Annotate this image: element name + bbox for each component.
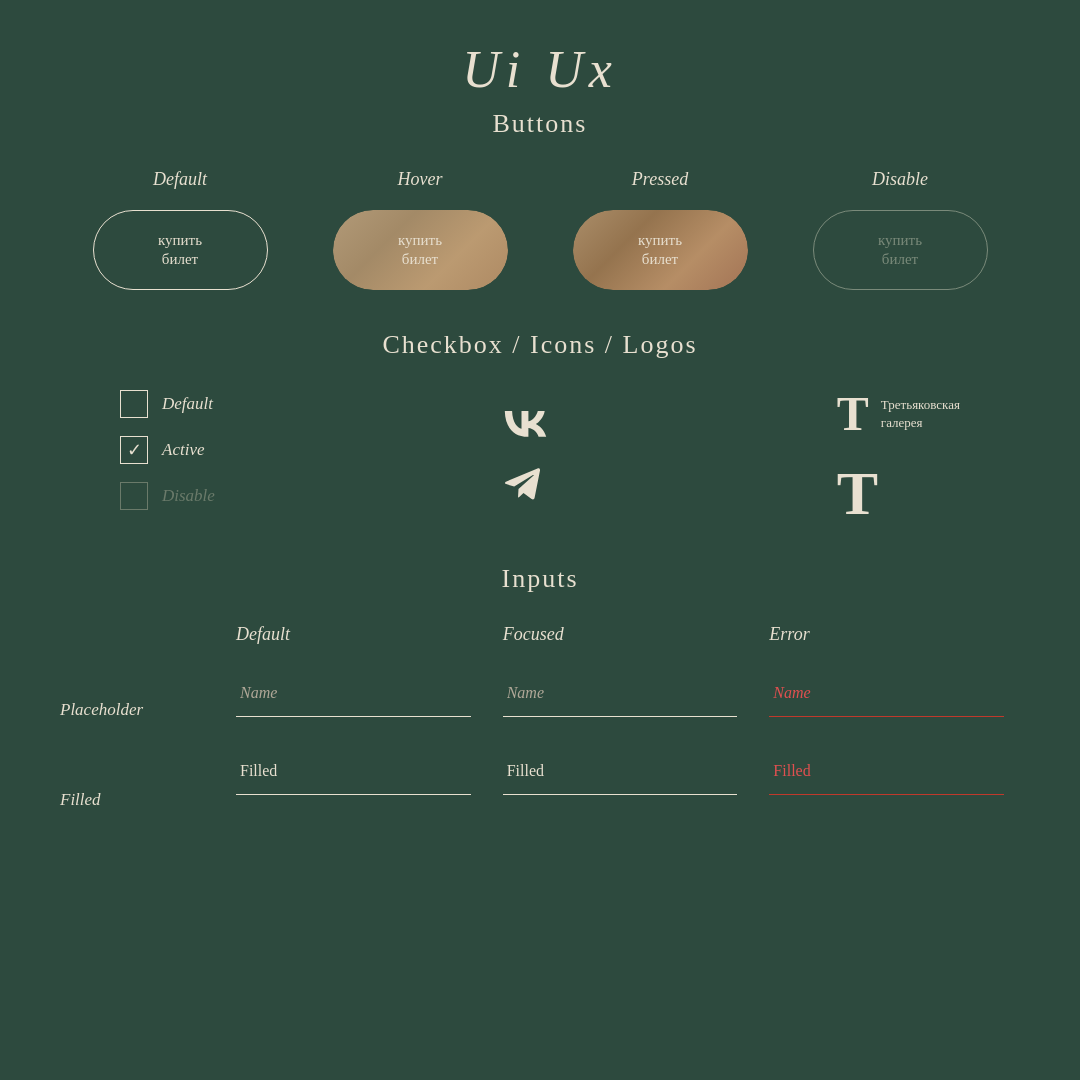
row-label-placeholder: Placeholder <box>60 685 220 735</box>
checkbox-checkmark: ✓ <box>127 441 142 459</box>
checkbox-box-disabled <box>120 482 148 510</box>
checkbox-default: Default <box>120 390 215 418</box>
checkbox-label-active: Active <box>162 440 204 460</box>
row-label-filled: Filled <box>60 775 220 825</box>
input-error-filled[interactable] <box>769 747 1004 795</box>
logo-col: T Третьяковскаягалерея T <box>837 390 960 524</box>
btn-disable: купитьбилет <box>813 210 988 290</box>
checkbox-section: Default ✓ Active Disable <box>60 390 1020 524</box>
btn-label-pressed: Pressed <box>560 169 760 190</box>
inputs-grid: Placeholder Filled <box>60 669 1020 825</box>
logo-text: Третьяковскаягалерея <box>881 396 960 432</box>
page: Ui Ux Buttons Default Hover Pressed Disa… <box>0 0 1080 1080</box>
checkbox-active: ✓ Active <box>120 436 215 464</box>
btn-pressed[interactable]: купитьбилет <box>573 210 748 290</box>
input-col-label-default: Default <box>220 624 487 645</box>
btn-hover[interactable]: купитьбилет <box>333 210 508 290</box>
vk-icon[interactable] <box>504 409 548 441</box>
main-title: Ui Ux <box>462 40 618 99</box>
icons-col <box>504 390 548 524</box>
btn-hover-text: купитьбилет <box>398 231 442 270</box>
logo-t-only: T <box>837 462 960 524</box>
inputs-section: Default Focused Error Placeholder Filled <box>60 624 1020 825</box>
inputs-title: Inputs <box>502 564 579 594</box>
buttons-title: Buttons <box>493 109 588 139</box>
spacer <box>60 624 220 645</box>
buttons-labels-row: Default Hover Pressed Disable <box>60 169 1020 190</box>
checkbox-icons-row: Default ✓ Active Disable <box>60 390 1020 524</box>
btn-label-disable: Disable <box>800 169 1000 190</box>
checkbox-disabled: Disable <box>120 482 215 510</box>
input-col-label-focused: Focused <box>487 624 754 645</box>
input-col-focused <box>487 669 754 825</box>
row-labels: Placeholder Filled <box>60 669 220 825</box>
logo-t-letter: T <box>837 390 869 438</box>
buttons-row: купитьбилет купитьбилет купитьбилет купи… <box>60 210 1020 290</box>
btn-pressed-text: купитьбилет <box>638 231 682 270</box>
input-col-error <box>753 669 1020 825</box>
checkbox-col: Default ✓ Active Disable <box>120 390 215 524</box>
logo-t-big-letter: T <box>837 459 878 527</box>
btn-pressed-wrapper: купитьбилет <box>560 210 760 290</box>
btn-label-default: Default <box>80 169 280 190</box>
input-col-default <box>220 669 487 825</box>
btn-hover-wrapper: купитьбилет <box>320 210 520 290</box>
checkbox-box-active[interactable]: ✓ <box>120 436 148 464</box>
input-focused-filled[interactable] <box>503 747 738 795</box>
input-error-placeholder[interactable] <box>769 669 1004 717</box>
input-col-label-error: Error <box>753 624 1020 645</box>
input-default-filled[interactable] <box>236 747 471 795</box>
telegram-icon[interactable] <box>504 465 548 505</box>
logo-full: T Третьяковскаягалерея <box>837 390 960 438</box>
buttons-section: Default Hover Pressed Disable купитьбиле… <box>60 169 1020 290</box>
checkbox-title: Checkbox / Icons / Logos <box>382 330 697 360</box>
btn-default-wrapper: купитьбилет <box>80 210 280 290</box>
btn-label-hover: Hover <box>320 169 520 190</box>
checkbox-box-default[interactable] <box>120 390 148 418</box>
btn-disable-wrapper: купитьбилет <box>800 210 1000 290</box>
checkbox-label-disabled: Disable <box>162 486 215 506</box>
checkbox-label-default: Default <box>162 394 213 414</box>
input-focused-placeholder[interactable] <box>503 669 738 717</box>
input-default-placeholder[interactable] <box>236 669 471 717</box>
btn-default[interactable]: купитьбилет <box>93 210 268 290</box>
inputs-col-labels: Default Focused Error <box>60 624 1020 669</box>
